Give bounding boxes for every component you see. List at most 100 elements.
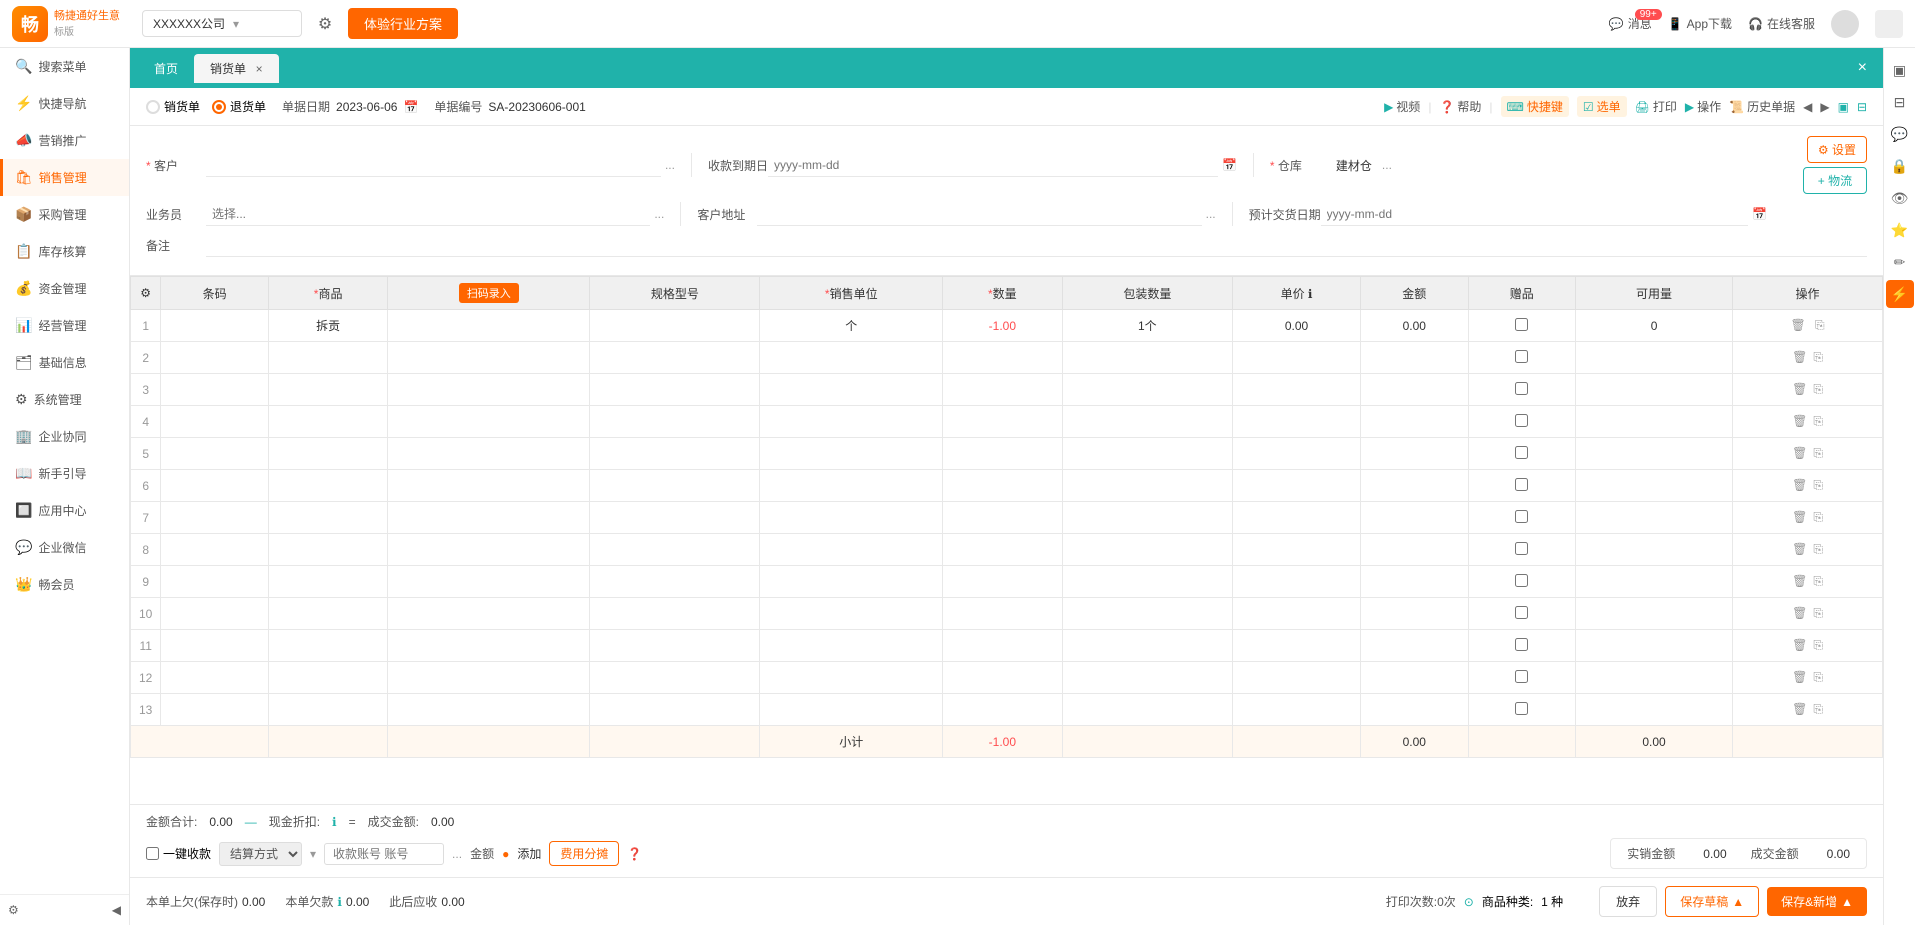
sidebar-item-system[interactable]: ⚙ 系统管理	[0, 381, 129, 418]
app-download-button[interactable]: 📱 App下载	[1668, 15, 1732, 32]
rs-star-icon[interactable]: ⭐	[1886, 216, 1914, 244]
sidebar-item-quick-nav[interactable]: ⚡ 快捷导航	[0, 85, 129, 122]
sidebar-item-operation[interactable]: 📊 经营管理	[0, 307, 129, 344]
view-detail-icon[interactable]: ⊟	[1857, 100, 1867, 114]
tab-close-icon[interactable]: ×	[256, 62, 263, 76]
action-help[interactable]: ❓ 帮助	[1439, 98, 1481, 115]
delete-icon[interactable]: 🗑	[1792, 510, 1807, 524]
trial-button[interactable]: 体验行业方案	[348, 8, 458, 39]
copy-icon[interactable]: ⎘	[1813, 542, 1823, 556]
delete-icon[interactable]: 🗑	[1792, 446, 1807, 460]
company-select[interactable]: XXXXXX公司 ▾	[142, 10, 302, 37]
action-shortcut[interactable]: ⌨ 快捷键	[1501, 96, 1569, 117]
salesman-input[interactable]	[206, 203, 650, 226]
avatar[interactable]	[1831, 10, 1859, 38]
collection-calendar-icon[interactable]: 📅	[1222, 158, 1237, 172]
rs-edit-icon[interactable]: ✏	[1886, 248, 1914, 276]
sidebar-item-inventory[interactable]: 📋 库存核算	[0, 233, 129, 270]
settings-button[interactable]: ⚙ 设置	[1807, 136, 1867, 163]
account-input[interactable]	[324, 843, 444, 865]
tab-sales-order[interactable]: 销货单 ×	[194, 54, 279, 83]
col-gear[interactable]: ⚙	[131, 277, 161, 310]
sidebar-item-guide[interactable]: 📖 新手引导	[0, 455, 129, 492]
sidebar-item-wechat[interactable]: 💬 企业微信	[0, 529, 129, 566]
row-1-unit[interactable]: 个	[760, 310, 943, 342]
logistics-button[interactable]: + 物流	[1803, 167, 1867, 194]
sidebar-item-basic[interactable]: 🗂 基础信息	[0, 344, 129, 381]
row-1-gift[interactable]	[1468, 310, 1575, 342]
scan-button[interactable]: 扫码录入	[459, 283, 519, 303]
remark-input[interactable]	[206, 234, 1867, 257]
row-2-delete-icon[interactable]: 🗑	[1792, 350, 1807, 364]
discard-button[interactable]: 放弃	[1599, 886, 1657, 917]
sidebar-item-marketing[interactable]: 📣 营销推广	[0, 122, 129, 159]
rs-action-icon[interactable]: ⚡	[1886, 280, 1914, 308]
fee-split-button[interactable]: 费用分摊	[549, 841, 619, 866]
calendar-icon[interactable]: 📅	[403, 100, 418, 114]
delete-icon[interactable]: 🗑	[1792, 414, 1807, 428]
view-list-icon[interactable]: ▣	[1838, 100, 1849, 114]
customer-input[interactable]	[206, 154, 661, 177]
action-select[interactable]: ☑ 选单	[1577, 96, 1627, 117]
address-more[interactable]: ...	[1206, 207, 1216, 221]
rs-layout2-icon[interactable]: ⊟	[1886, 88, 1914, 116]
copy-icon[interactable]: ⎘	[1813, 510, 1823, 524]
row-1-barcode[interactable]	[161, 310, 268, 342]
address-input[interactable]	[757, 203, 1201, 226]
tab-home[interactable]: 首页	[138, 54, 194, 83]
copy-icon[interactable]: ⎘	[1813, 382, 1823, 396]
delete-icon[interactable]: 🗑	[1792, 574, 1807, 588]
radio-return-order[interactable]: 退货单	[212, 98, 266, 115]
row-1-pack-qty[interactable]: 1个	[1062, 310, 1232, 342]
copy-icon[interactable]: ⎘	[1813, 478, 1823, 492]
row-1-delete-icon[interactable]: 🗑	[1790, 318, 1805, 332]
sidebar-item-sales[interactable]: 🛍 销售管理	[0, 159, 129, 196]
delete-icon[interactable]: 🗑	[1792, 478, 1807, 492]
customer-more[interactable]: ...	[665, 158, 675, 172]
sidebar-item-search[interactable]: 🔍 搜索菜单	[0, 48, 129, 85]
warehouse-more[interactable]: ...	[1382, 158, 1392, 172]
collection-input[interactable]	[768, 154, 1218, 177]
rs-chat-icon[interactable]: 💬	[1886, 120, 1914, 148]
copy-icon[interactable]: ⎘	[1813, 414, 1823, 428]
sidebar-collapse-icon[interactable]: ◀	[112, 903, 121, 917]
copy-icon[interactable]: ⎘	[1813, 702, 1823, 716]
nav-next-icon[interactable]: ▶	[1820, 100, 1829, 114]
payment-method-select[interactable]: 结算方式	[219, 842, 302, 866]
copy-icon[interactable]: ⎘	[1813, 638, 1823, 652]
account-more[interactable]: ...	[452, 847, 462, 861]
delivery-input[interactable]	[1321, 203, 1748, 226]
delete-icon[interactable]: 🗑	[1792, 606, 1807, 620]
nav-prev-icon[interactable]: ◀	[1803, 100, 1812, 114]
delete-icon[interactable]: 🗑	[1792, 702, 1807, 716]
radio-sales-order[interactable]: 销货单	[146, 98, 200, 115]
sidebar-gear-icon[interactable]: ⚙	[8, 903, 19, 917]
row-1-product[interactable]: 拆贡	[268, 310, 388, 342]
row-1-qty[interactable]: -1.00	[943, 310, 1063, 342]
one-click-pay-checkbox[interactable]	[146, 847, 159, 860]
delete-icon[interactable]: 🗑	[1792, 382, 1807, 396]
salesman-more[interactable]: ...	[654, 207, 664, 221]
save-new-button[interactable]: 保存&新增 ▲	[1767, 887, 1867, 916]
sidebar-item-apps[interactable]: 🔲 应用中心	[0, 492, 129, 529]
delete-icon[interactable]: 🗑	[1792, 542, 1807, 556]
sidebar-item-enterprise[interactable]: 🏢 企业协同	[0, 418, 129, 455]
delete-icon[interactable]: 🗑	[1792, 670, 1807, 684]
action-history[interactable]: 📜 历史单据	[1729, 98, 1795, 115]
row-1-copy-icon[interactable]: ⎘	[1815, 318, 1825, 332]
rs-lock-icon[interactable]: 🔒	[1886, 152, 1914, 180]
sidebar-item-purchase[interactable]: 📦 采购管理	[0, 196, 129, 233]
action-video[interactable]: ▶ 视频	[1384, 98, 1420, 115]
row-1-spec[interactable]	[590, 310, 760, 342]
copy-icon[interactable]: ⎘	[1813, 446, 1823, 460]
row-1-price[interactable]: 0.00	[1232, 310, 1360, 342]
row-2-copy-icon[interactable]: ⎘	[1813, 350, 1823, 364]
copy-icon[interactable]: ⎘	[1813, 606, 1823, 620]
copy-icon[interactable]: ⎘	[1813, 574, 1823, 588]
row-1-amount[interactable]: 0.00	[1361, 310, 1468, 342]
close-window-button[interactable]: ×	[1850, 59, 1875, 77]
copy-icon[interactable]: ⎘	[1813, 670, 1823, 684]
sidebar-item-member[interactable]: 👑 畅会员	[0, 566, 129, 603]
rs-eye-icon[interactable]: 👁	[1886, 184, 1914, 212]
action-operation[interactable]: ▶ 操作	[1685, 98, 1721, 115]
